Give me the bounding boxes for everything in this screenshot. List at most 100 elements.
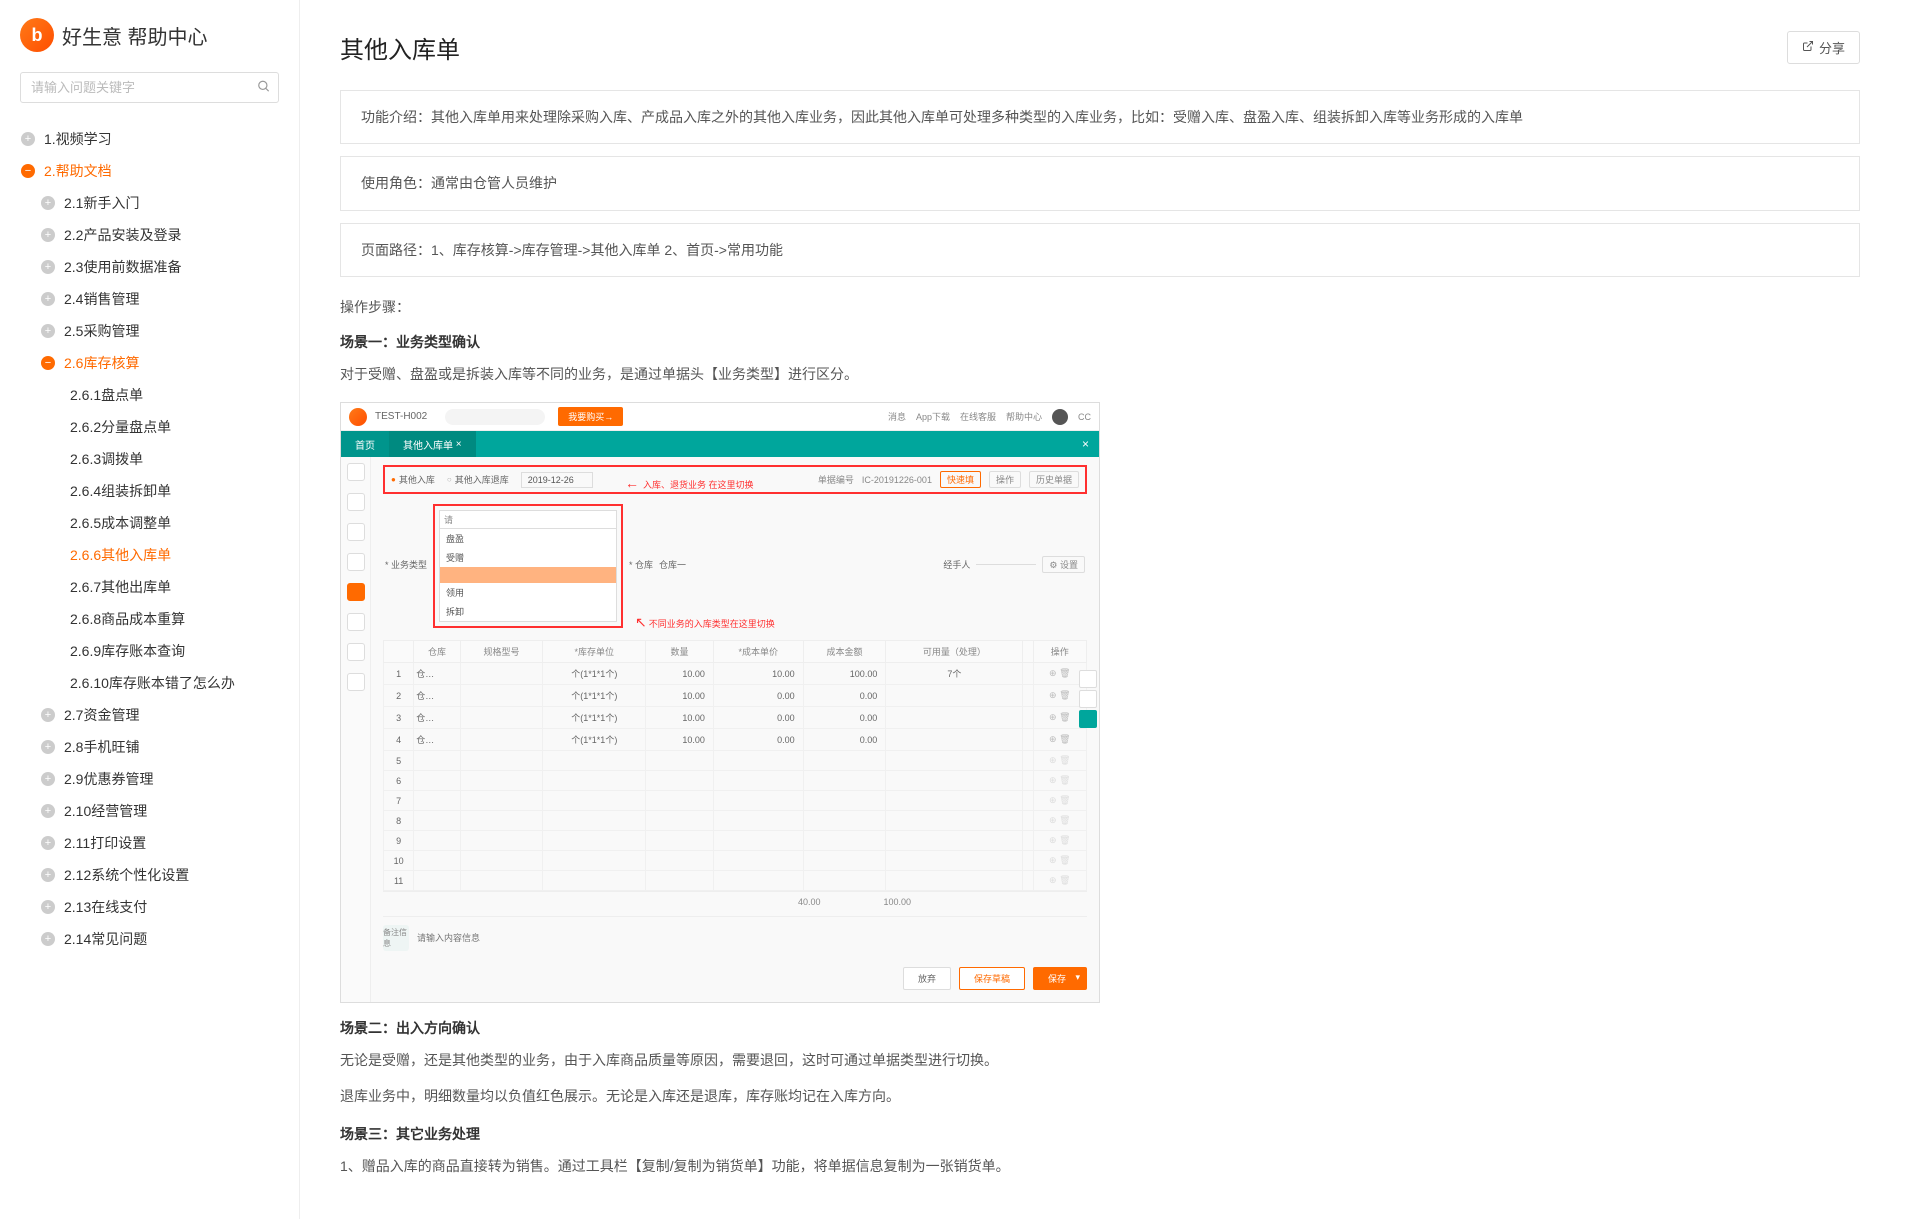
search-input[interactable]	[20, 72, 279, 103]
ss-buy-button[interactable]: 我要购买→	[558, 407, 623, 426]
share-button[interactable]: 分享	[1787, 31, 1860, 64]
ss-biztype-input[interactable]: 请	[439, 510, 617, 529]
nav-menu: +1.视频学习−2.帮助文档+2.1新手入门+2.2产品安装及登录+2.3使用前…	[20, 123, 279, 955]
nav-item[interactable]: +2.5采购管理	[20, 315, 279, 347]
table-row-empty[interactable]: 10⊕ 🗑	[384, 851, 1087, 871]
ss-nav-icon-active[interactable]	[347, 583, 365, 601]
ss-discard-button[interactable]: 放弃	[903, 967, 951, 990]
table-header-cell: *成本单价	[713, 641, 803, 663]
expand-icon: +	[40, 803, 56, 819]
nav-item[interactable]: +2.10经营管理	[20, 795, 279, 827]
ss-dropdown-option[interactable]: 拆卸	[440, 602, 616, 621]
share-icon	[1802, 40, 1814, 55]
nav-item[interactable]: +2.2产品安装及登录	[20, 219, 279, 251]
ss-docno-value: IC-20191226-001	[862, 475, 932, 485]
ss-tabs-close-icon[interactable]: ×	[1072, 437, 1099, 451]
nav-item[interactable]: +2.12系统个性化设置	[20, 859, 279, 891]
ss-pill-action[interactable]: 操作	[989, 471, 1021, 488]
nav-item[interactable]: +2.13在线支付	[20, 891, 279, 923]
ss-support-link[interactable]: 在线客服	[960, 410, 996, 423]
ss-date-input[interactable]: 2019-12-26	[521, 472, 593, 488]
ss-nav-icon[interactable]	[347, 643, 365, 661]
nav-item[interactable]: +2.14常见问题	[20, 923, 279, 955]
table-header-cell	[1023, 641, 1033, 663]
table-row-empty[interactable]: 8⊕ 🗑	[384, 811, 1087, 831]
nav-item[interactable]: −2.6库存核算	[20, 347, 279, 379]
table-row-empty[interactable]: 7⊕ 🗑	[384, 791, 1087, 811]
ss-nav-icon[interactable]	[347, 493, 365, 511]
ss-tab-home[interactable]: 首页	[341, 431, 389, 457]
nav-item[interactable]: −2.帮助文档	[20, 155, 279, 187]
nav-item[interactable]: +2.7资金管理	[20, 699, 279, 731]
ss-save-button[interactable]: 保存	[1033, 967, 1087, 990]
nav-item[interactable]: 2.6.9库存账本查询	[20, 635, 279, 667]
ss-pill-history[interactable]: 历史单据	[1029, 471, 1079, 488]
nav-item[interactable]: 2.6.10库存账本错了怎么办	[20, 667, 279, 699]
table-row[interactable]: 2仓…个(1*1*1个)10.000.000.00⊕ 🗑	[384, 685, 1087, 707]
ss-nav-icon[interactable]	[347, 613, 365, 631]
ss-pill-quickfill[interactable]: 快速填	[940, 471, 981, 488]
ss-remark-input[interactable]	[417, 928, 1087, 948]
ss-tab-close-icon[interactable]: ×	[456, 439, 462, 450]
search-icon[interactable]	[257, 79, 271, 96]
table-row[interactable]: 1仓…个(1*1*1个)10.0010.00100.007个⊕ 🗑	[384, 663, 1087, 685]
collapse-icon: −	[40, 355, 56, 371]
ss-dropdown-option[interactable]: 受赠	[440, 548, 616, 567]
nav-item-label: 2.9优惠券管理	[64, 769, 153, 789]
ss-tab-active[interactable]: 其他入库单 ×	[389, 431, 476, 457]
ss-dropdown-option[interactable]: 盘盈	[440, 529, 616, 548]
table-row[interactable]: 4仓…个(1*1*1个)10.000.000.00⊕ 🗑	[384, 729, 1087, 751]
nav-item[interactable]: 2.6.7其他出库单	[20, 571, 279, 603]
ss-nav-icon[interactable]	[347, 463, 365, 481]
nav-item-label: 2.10经营管理	[64, 801, 147, 821]
nav-item[interactable]: 2.6.4组装拆卸单	[20, 475, 279, 507]
ss-draft-button[interactable]: 保存草稿	[959, 967, 1025, 990]
nav-item[interactable]: +2.4销售管理	[20, 283, 279, 315]
ss-search-input[interactable]	[445, 409, 545, 425]
nav-item-label: 2.7资金管理	[64, 705, 139, 725]
ss-message-link[interactable]: 消息	[888, 410, 906, 423]
ss-radio-inbound[interactable]: 其他入库	[391, 473, 435, 486]
table-row-empty[interactable]: 5⊕ 🗑	[384, 751, 1087, 771]
ss-biztype-dropdown[interactable]: 请 盘盈受赠 领用拆卸 不同业务的入库类型在这里切换	[433, 504, 623, 628]
nav-item[interactable]: 2.6.2分量盘点单	[20, 411, 279, 443]
ss-avatar-icon[interactable]	[1052, 409, 1068, 425]
expand-icon: +	[40, 291, 56, 307]
ss-biztype-label: * 业务类型	[385, 558, 427, 571]
ss-radio-return[interactable]: 其他入库退库	[447, 473, 509, 486]
nav-item[interactable]: 2.6.5成本调整单	[20, 507, 279, 539]
ss-rtab-icon[interactable]	[1079, 670, 1097, 688]
nav-item[interactable]: 2.6.8商品成本重算	[20, 603, 279, 635]
table-row-empty[interactable]: 9⊕ 🗑	[384, 831, 1087, 851]
ss-right-tabs	[1079, 670, 1097, 728]
ss-rtab-icon[interactable]	[1079, 690, 1097, 708]
ss-download-link[interactable]: App下载	[916, 410, 950, 423]
nav-item[interactable]: 2.6.3调拨单	[20, 443, 279, 475]
ss-help-link[interactable]: 帮助中心	[1006, 410, 1042, 423]
main-content: 其他入库单 分享 功能介绍：其他入库单用来处理除采购入库、产成品入库之外的其他入…	[300, 0, 1900, 1219]
table-row-empty[interactable]: 6⊕ 🗑	[384, 771, 1087, 791]
ss-dropdown-option[interactable]	[440, 567, 616, 583]
ss-handler-input[interactable]	[976, 564, 1036, 565]
sidebar: b 好生意 帮助中心 +1.视频学习−2.帮助文档+2.1新手入门+2.2产品安…	[0, 0, 300, 1219]
ss-rtab-icon-active[interactable]	[1079, 710, 1097, 728]
nav-item[interactable]: +2.8手机旺铺	[20, 731, 279, 763]
table-row[interactable]: 3仓…个(1*1*1个)10.000.000.00⊕ 🗑	[384, 707, 1087, 729]
nav-item[interactable]: 2.6.1盘点单	[20, 379, 279, 411]
table-row-empty[interactable]: 11⊕ 🗑	[384, 871, 1087, 891]
nav-item[interactable]: +1.视频学习	[20, 123, 279, 155]
ss-nav-icon[interactable]	[347, 553, 365, 571]
nav-item[interactable]: 2.6.6其他入库单	[20, 539, 279, 571]
nav-item[interactable]: +2.3使用前数据准备	[20, 251, 279, 283]
ss-nav-icon[interactable]	[347, 673, 365, 691]
nav-item[interactable]: +2.1新手入门	[20, 187, 279, 219]
nav-item[interactable]: +2.11打印设置	[20, 827, 279, 859]
ss-username: CC	[1078, 412, 1091, 422]
ss-settings-button[interactable]: ⚙ 设置	[1042, 556, 1085, 573]
ss-dropdown-option[interactable]: 领用	[440, 583, 616, 602]
scene3-desc: 1、赠品入库的商品直接转为销售。通过工具栏【复制/复制为销货单】功能，将单据信息…	[340, 1154, 1860, 1179]
nav-item[interactable]: +2.9优惠券管理	[20, 763, 279, 795]
search-box	[20, 72, 279, 103]
ss-logo-icon	[349, 408, 367, 426]
ss-nav-icon[interactable]	[347, 523, 365, 541]
